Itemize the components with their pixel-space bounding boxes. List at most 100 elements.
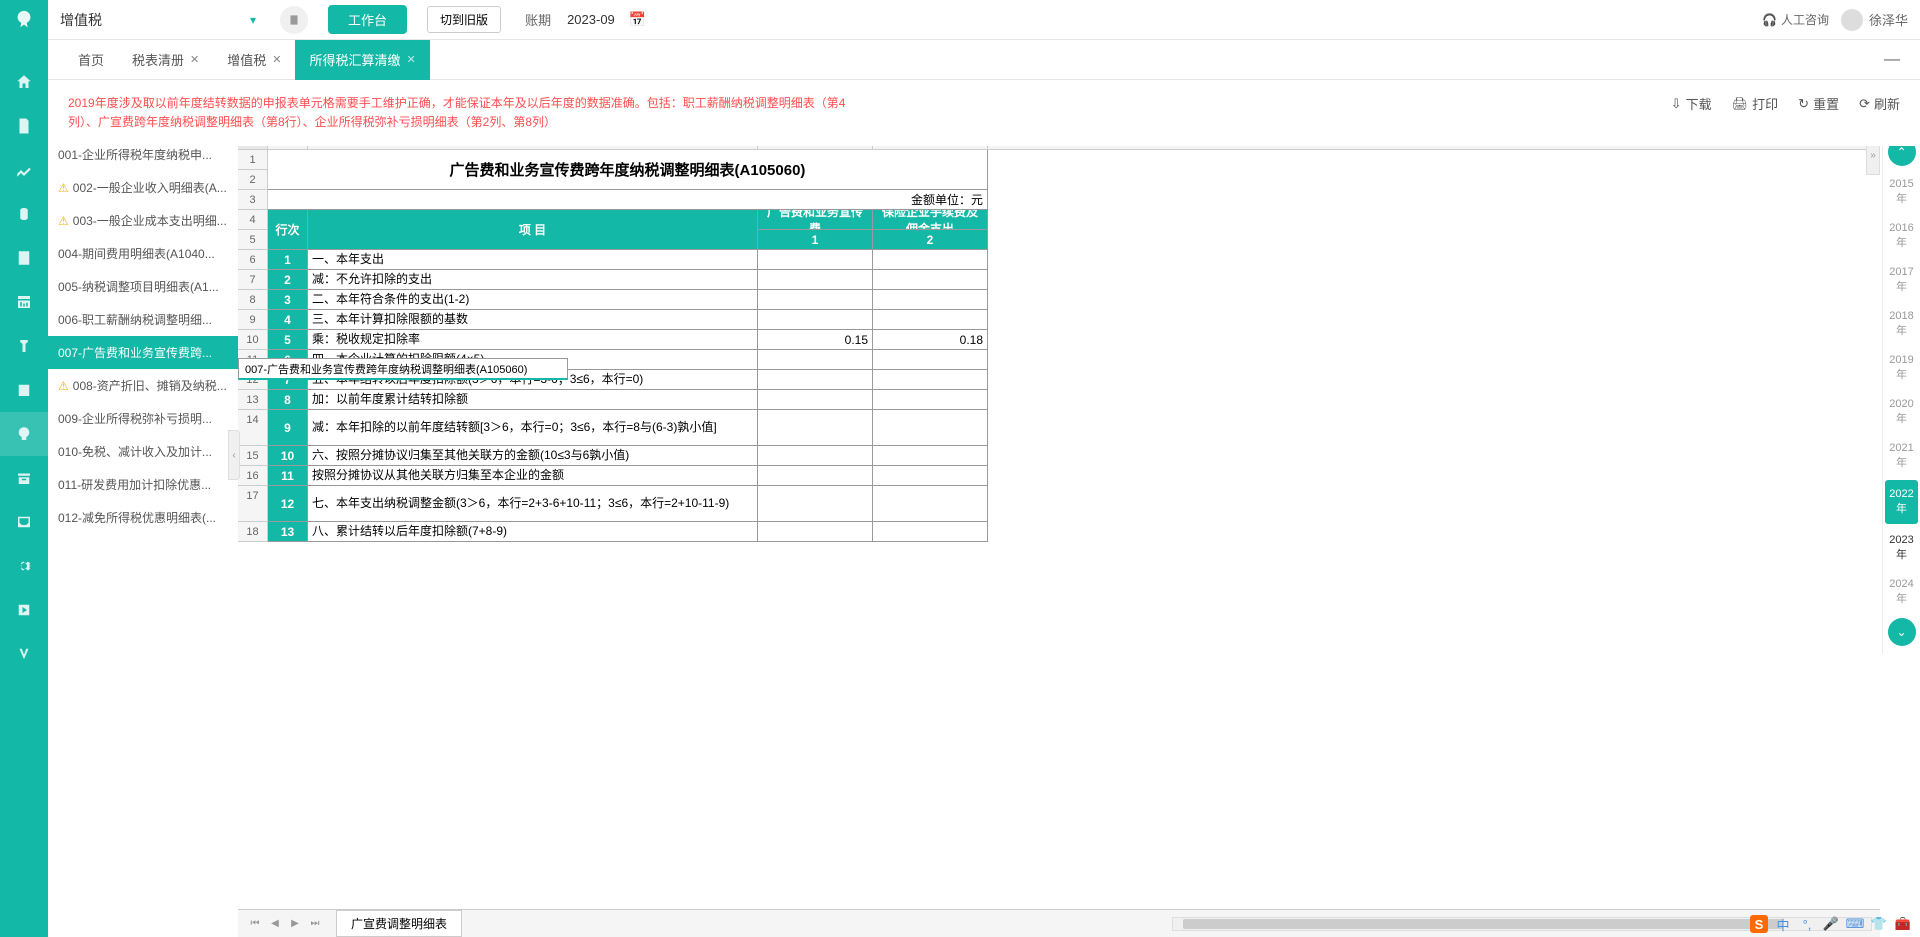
round-menu-button[interactable]: [280, 6, 308, 34]
ime-toolbox-icon[interactable]: 🧰: [1894, 915, 1912, 933]
form-item-1[interactable]: ⚠002-一般企业收入明细表(A...: [48, 171, 238, 204]
nav-inbox-icon[interactable]: [0, 500, 48, 544]
calendar-icon[interactable]: 📅: [629, 11, 646, 28]
scroll-thumb[interactable]: [1183, 919, 1783, 929]
form-item-3[interactable]: 004-期间费用明细表(A1040...: [48, 237, 238, 270]
nav-video-icon[interactable]: [0, 588, 48, 632]
cell[interactable]: [758, 486, 873, 522]
nav-active-icon[interactable]: [0, 412, 48, 456]
cell[interactable]: 1: [758, 230, 873, 250]
year-2020年[interactable]: 2020年: [1883, 390, 1920, 434]
nav-archive-icon[interactable]: [0, 456, 48, 500]
cell[interactable]: [873, 370, 988, 390]
year-2024年[interactable]: 2024年: [1883, 570, 1920, 614]
cell[interactable]: 广告费和业务宣传费: [758, 210, 873, 230]
cell[interactable]: 2: [873, 230, 988, 250]
year-scroll-down-icon[interactable]: ⌄: [1888, 618, 1916, 646]
nav-money-icon[interactable]: [0, 192, 48, 236]
cell[interactable]: 加：以前年度累计结转扣除额: [308, 390, 758, 410]
year-2017年[interactable]: 2017年: [1883, 258, 1920, 302]
workspace-button[interactable]: 工作台: [328, 5, 407, 34]
form-item-9[interactable]: 010-免税、减计收入及加计...: [48, 435, 238, 468]
row-header[interactable]: 9: [238, 310, 268, 330]
cell[interactable]: 9: [268, 410, 308, 446]
year-2021年[interactable]: 2021年: [1883, 434, 1920, 478]
minimize-tabs-icon[interactable]: —: [1880, 47, 1904, 73]
form-item-5[interactable]: 006-职工薪酬纳税调整明细...: [48, 303, 238, 336]
row-header[interactable]: 6: [238, 250, 268, 270]
cell[interactable]: [873, 350, 988, 370]
cell[interactable]: 0.18: [873, 330, 988, 350]
cell[interactable]: 减：不允许扣除的支出: [308, 270, 758, 290]
year-2019年[interactable]: 2019年: [1883, 346, 1920, 390]
nav-settings-icon[interactable]: [0, 544, 48, 588]
cell[interactable]: [758, 390, 873, 410]
cell[interactable]: 13: [268, 522, 308, 542]
form-item-7[interactable]: ⚠008-资产折旧、摊销及纳税...: [48, 369, 238, 402]
tab-1[interactable]: 税表清册✕: [118, 40, 213, 80]
year-2015年[interactable]: 2015年: [1883, 170, 1920, 214]
nav-doc-icon[interactable]: [0, 104, 48, 148]
sheet-nav-first-icon[interactable]: ⏮: [246, 915, 264, 933]
consult-button[interactable]: 🎧 人工咨询: [1762, 11, 1829, 28]
cell[interactable]: [758, 446, 873, 466]
download-button[interactable]: ⇩下载: [1671, 94, 1712, 113]
cell[interactable]: [873, 270, 988, 290]
sheet-nav-prev-icon[interactable]: ◀: [266, 915, 284, 933]
year-2023年[interactable]: 2023年: [1883, 526, 1920, 570]
cell[interactable]: 八、累计结转以后年度扣除额(7+8-9): [308, 522, 758, 542]
nav-chart-icon[interactable]: [0, 148, 48, 192]
cell[interactable]: [758, 370, 873, 390]
cell[interactable]: [873, 446, 988, 466]
row-header[interactable]: 16: [238, 466, 268, 486]
cell[interactable]: 2: [268, 270, 308, 290]
cell[interactable]: [873, 410, 988, 446]
cell[interactable]: [873, 522, 988, 542]
old-version-button[interactable]: 切到旧版: [427, 6, 501, 33]
row-header[interactable]: 17: [238, 486, 268, 522]
form-item-6[interactable]: 007-广告费和业务宣传费跨...: [48, 336, 238, 369]
title-dropdown-icon[interactable]: ▾: [250, 13, 256, 27]
cell[interactable]: 0.15: [758, 330, 873, 350]
cell[interactable]: [758, 350, 873, 370]
cell[interactable]: [758, 290, 873, 310]
sheet-tab[interactable]: 广宣费调整明细表: [336, 910, 462, 937]
row-header[interactable]: 18: [238, 522, 268, 542]
cell[interactable]: 3: [268, 290, 308, 310]
row-header[interactable]: 10: [238, 330, 268, 350]
tab-2[interactable]: 增值税✕: [213, 40, 295, 80]
cell[interactable]: 12: [268, 486, 308, 522]
cell[interactable]: 减：本年扣除的以前年度结转额[3＞6，本行=0；3≤6，本行=8与(6-3)孰小…: [308, 410, 758, 446]
tab-close-icon[interactable]: ✕: [407, 53, 416, 66]
cell[interactable]: 七、本年支出纳税调整金额(3＞6，本行=2+3-6+10-11；3≤6，本行=2…: [308, 486, 758, 522]
cell[interactable]: 保险企业手续费及佣金支出: [873, 210, 988, 230]
cell[interactable]: 4: [268, 310, 308, 330]
refresh-button[interactable]: ⟳刷新: [1859, 94, 1900, 113]
nav-v-icon[interactable]: [0, 632, 48, 676]
cell[interactable]: 一、本年支出: [308, 250, 758, 270]
nav-form-icon[interactable]: [0, 236, 48, 280]
ime-lang-icon[interactable]: 中: [1774, 915, 1792, 933]
tab-close-icon[interactable]: ✕: [190, 53, 199, 66]
cell[interactable]: [758, 270, 873, 290]
formula-bar[interactable]: 007-广告费和业务宣传费跨年度纳税调整明细表(A105060): [238, 358, 568, 380]
form-item-10[interactable]: 011-研发费用加计扣除优惠...: [48, 468, 238, 501]
nav-home-icon[interactable]: [0, 60, 48, 104]
cell[interactable]: 二、本年符合条件的支出(1-2): [308, 290, 758, 310]
cell[interactable]: 项 目: [308, 210, 758, 250]
ime-skin-icon[interactable]: 👕: [1870, 915, 1888, 933]
year-2018年[interactable]: 2018年: [1883, 302, 1920, 346]
ime-keyboard-icon[interactable]: ⌨: [1846, 915, 1864, 933]
tab-0[interactable]: 首页: [64, 40, 118, 80]
form-item-8[interactable]: 009-企业所得税弥补亏损明...: [48, 402, 238, 435]
cell[interactable]: [758, 522, 873, 542]
sheet-nav-last-icon[interactable]: ⏭: [306, 915, 324, 933]
tab-close-icon[interactable]: ✕: [272, 53, 281, 66]
cell[interactable]: 8: [268, 390, 308, 410]
cell[interactable]: 广告费和业务宣传费跨年度纳税调整明细表(A105060): [268, 150, 988, 190]
cell[interactable]: 行次: [268, 210, 308, 250]
cell[interactable]: [758, 310, 873, 330]
nav-report-icon[interactable]: [0, 280, 48, 324]
row-header[interactable]: 8: [238, 290, 268, 310]
nav-tax-icon[interactable]: [0, 324, 48, 368]
